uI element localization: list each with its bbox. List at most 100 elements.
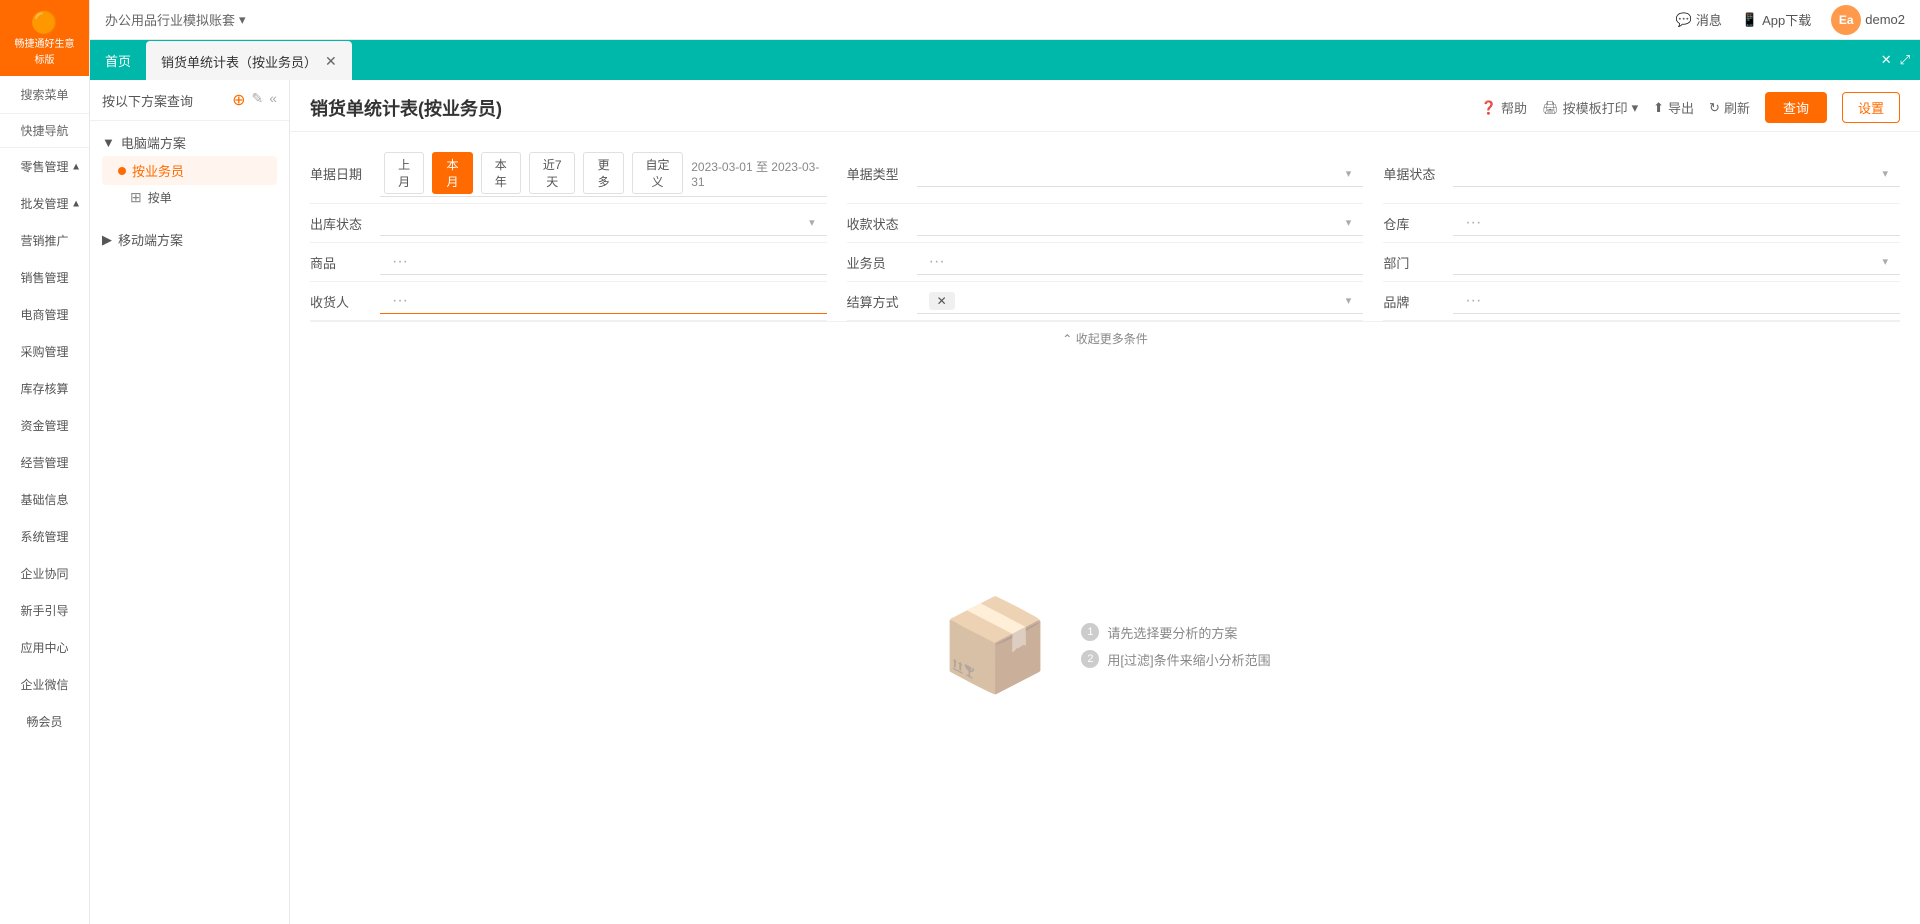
page-actions: ❓ 帮助 🖨 按模板打印 ▾ ⬆ 导出 ↻ 刷新	[1481, 92, 1900, 123]
member-label: 畅会员	[26, 713, 62, 730]
dept-select[interactable]: ▾	[1457, 255, 1896, 268]
settlement-control[interactable]: ✕ ▾	[917, 288, 1364, 314]
sidebar-search[interactable]: 搜索菜单	[0, 76, 89, 114]
sidebar-item-operations[interactable]: 经营管理	[0, 444, 89, 481]
sidebar-item-enterprise[interactable]: 企业协同	[0, 555, 89, 592]
date-custom-btn[interactable]: 自定义	[632, 152, 683, 194]
collapse-filters-bar[interactable]: ⌃ 收起更多条件	[310, 321, 1900, 355]
ecommerce-label: 电商管理	[20, 306, 68, 323]
tab-home[interactable]: 首页	[90, 40, 146, 80]
tab-report-label: 销货单统计表（按业务员）	[161, 52, 317, 71]
tab-report[interactable]: 销货单统计表（按业务员） ✕	[146, 41, 352, 81]
doc-type-control[interactable]: ▾	[917, 161, 1364, 187]
avatar: Ea	[1831, 5, 1861, 35]
doc-status-select[interactable]: ▾	[1457, 167, 1896, 180]
collection-filter-cell: 收款状态 ▾	[847, 204, 1364, 243]
maximize-icon[interactable]: ⤢	[1900, 52, 1910, 68]
date-last-month-btn[interactable]: 上月	[384, 152, 424, 194]
order-scheme-item[interactable]: ⊞ 按单	[102, 185, 277, 210]
minimize-icon[interactable]: ✕	[1881, 52, 1892, 68]
order-scheme-icon: ⊞	[130, 189, 142, 206]
brand-filter-cell: 品牌 ···	[1383, 282, 1900, 321]
doc-status-label: 单据状态	[1383, 164, 1453, 183]
sidebar-item-ecommerce[interactable]: 电商管理	[0, 296, 89, 333]
doc-status-control[interactable]: ▾	[1453, 161, 1900, 187]
export-btn[interactable]: ⬆ 导出	[1653, 98, 1694, 117]
sidebar-item-newbie[interactable]: 新手引导	[0, 592, 89, 629]
sidebar-item-inventory[interactable]: 库存核算	[0, 370, 89, 407]
brand-control[interactable]: ···	[1453, 288, 1900, 314]
retail-arrow: ▲	[71, 161, 81, 172]
sidebar-item-finance[interactable]: 资金管理	[0, 407, 89, 444]
pc-section-title[interactable]: ▼ 电脑端方案	[102, 129, 277, 156]
mobile-section-title[interactable]: ▶ 移动端方案	[102, 226, 277, 253]
sidebar-item-system[interactable]: 系统管理	[0, 518, 89, 555]
marketing-label: 营销推广	[20, 232, 68, 249]
sidebar-item-marketing[interactable]: 营销推广	[0, 222, 89, 259]
salesperson-scheme-item[interactable]: 按业务员	[102, 156, 277, 185]
salesperson-select[interactable]: ···	[921, 253, 1360, 271]
sidebar-item-app[interactable]: 应用中心	[0, 629, 89, 666]
wechat-label: 企业微信	[20, 676, 68, 693]
print-chevron-icon: ▾	[1632, 100, 1639, 116]
tab-close-icon[interactable]: ✕	[325, 53, 337, 70]
tip-text-2: 用[过滤]条件来缩小分析范围	[1107, 650, 1270, 669]
collapse-panel-icon[interactable]: «	[269, 90, 277, 110]
brand-select[interactable]: ···	[1457, 292, 1896, 310]
main-area: 办公用品行业模拟账套 ▾ 💬 消息 📱 App下载 Ea demo2 首页 销货…	[90, 0, 1920, 924]
sidebar-quicknav[interactable]: 快捷导航	[0, 114, 89, 148]
settlement-tag-close[interactable]: ✕	[937, 294, 947, 308]
print-btn[interactable]: 🖨 按模板打印 ▾	[1542, 98, 1638, 117]
salesperson-scheme-label: 按业务员	[132, 161, 184, 180]
settings-button[interactable]: 设置	[1842, 92, 1900, 123]
message-btn[interactable]: 💬 消息	[1676, 10, 1722, 29]
add-scheme-icon[interactable]: ⊕	[232, 90, 245, 110]
sidebar-item-purchase[interactable]: 采购管理	[0, 333, 89, 370]
system-label: 系统管理	[20, 528, 68, 545]
warehouse-select[interactable]: ···	[1457, 214, 1896, 232]
date-current-year-btn[interactable]: 本年	[481, 152, 521, 194]
salesperson-filter-cell: 业务员 ···	[847, 243, 1364, 282]
refresh-btn[interactable]: ↻ 刷新	[1709, 98, 1750, 117]
goods-select[interactable]: ···	[384, 253, 823, 271]
pc-section-arrow: ▼	[102, 135, 115, 150]
goods-control[interactable]: ···	[380, 249, 827, 275]
date-control: 上月 本月 本年 近7天 更多 自定义 2023-03-01 至 2023-03…	[380, 150, 827, 197]
tab-home-label: 首页	[105, 51, 131, 70]
out-status-control[interactable]: ▾	[380, 210, 827, 236]
user-profile-btn[interactable]: Ea demo2	[1831, 5, 1905, 35]
date-current-month-btn[interactable]: 本月	[432, 152, 472, 194]
out-status-select[interactable]: ▾	[384, 216, 823, 229]
sidebar-item-retail[interactable]: 零售管理 ▲	[0, 148, 89, 185]
salesperson-control[interactable]: ···	[917, 249, 1364, 275]
newbie-label: 新手引导	[20, 602, 68, 619]
sidebar-item-sales[interactable]: 销售管理	[0, 259, 89, 296]
mobile-section: ▶ 移动端方案	[90, 218, 289, 261]
recipient-select[interactable]: ···	[384, 292, 823, 310]
doc-type-select[interactable]: ▾	[921, 167, 1360, 180]
warehouse-control[interactable]: ···	[1453, 210, 1900, 236]
filter-row-2: 出库状态 ▾ 收款状态 ▾	[310, 204, 1900, 243]
recipient-control[interactable]: ···	[380, 288, 827, 314]
date-last-7days-btn[interactable]: 近7天	[529, 152, 576, 194]
sidebar-item-wechat[interactable]: 企业微信	[0, 666, 89, 703]
app-download-btn[interactable]: 📱 App下载	[1742, 10, 1811, 29]
sidebar-item-wholesale[interactable]: 批发管理 ▲	[0, 185, 89, 222]
edit-scheme-icon[interactable]: ✎	[251, 90, 263, 110]
wholesale-label: 批发管理	[20, 195, 68, 212]
sidebar-item-basic[interactable]: 基础信息	[0, 481, 89, 518]
order-scheme-label: 按单	[148, 189, 172, 206]
date-more-btn[interactable]: 更多	[583, 152, 623, 194]
warehouse-dots: ···	[1465, 214, 1481, 232]
message-icon: 💬	[1676, 12, 1692, 28]
topbar: 办公用品行业模拟账套 ▾ 💬 消息 📱 App下载 Ea demo2	[90, 0, 1920, 40]
sidebar-item-member[interactable]: 畅会员	[0, 703, 89, 740]
collection-control[interactable]: ▾	[917, 210, 1364, 236]
collapse-icon: ⌃	[1062, 332, 1072, 346]
collection-select[interactable]: ▾	[921, 216, 1360, 229]
query-button[interactable]: 查询	[1765, 92, 1827, 123]
help-btn[interactable]: ❓ 帮助	[1481, 98, 1527, 117]
dept-control[interactable]: ▾	[1453, 249, 1900, 275]
refresh-icon: ↻	[1709, 100, 1720, 116]
breadcrumb-dropdown[interactable]: 办公用品行业模拟账套 ▾	[105, 10, 246, 29]
